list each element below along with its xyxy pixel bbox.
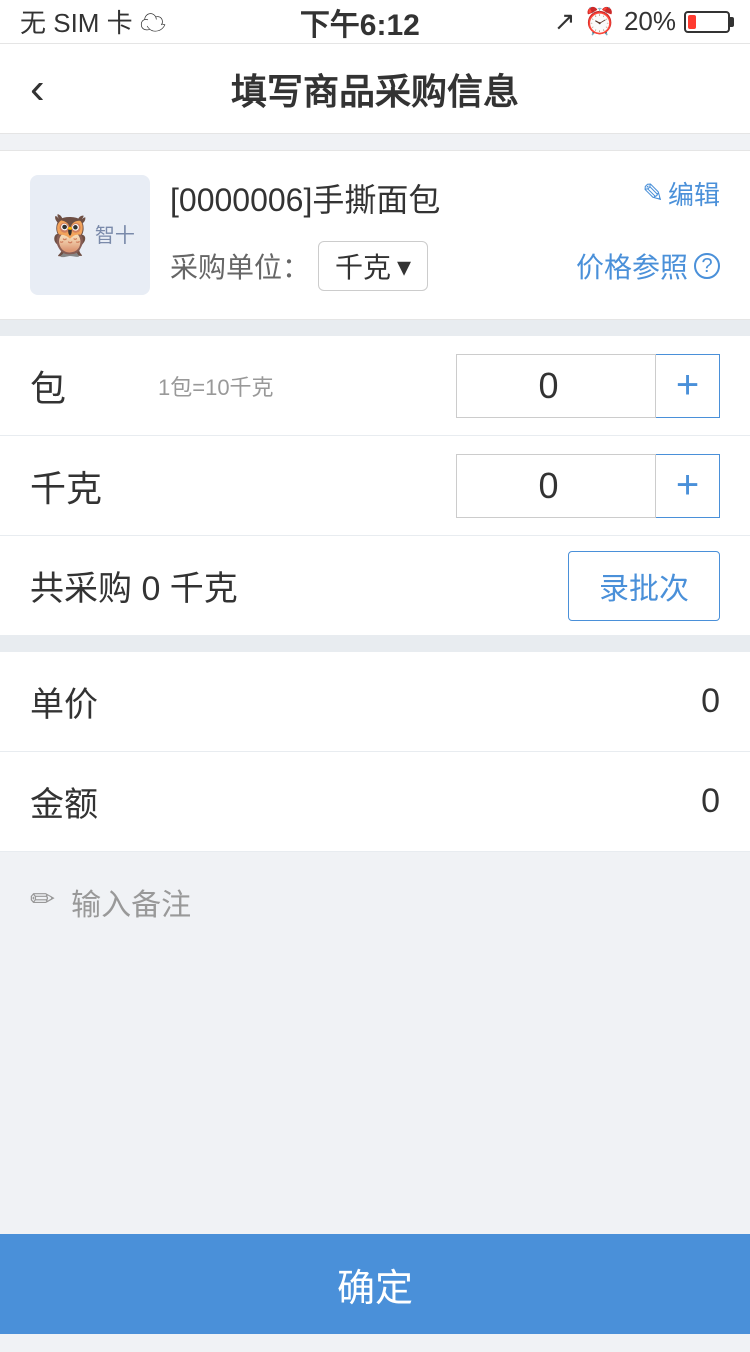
status-time: 下午6:12 <box>300 0 420 44</box>
kg-input-control: + <box>456 454 720 518</box>
price-ref[interactable]: 价格参照 ? <box>576 246 720 286</box>
notes-area[interactable]: ✏ 输入备注 <box>0 852 750 952</box>
section-divider-1 <box>0 320 750 336</box>
chevron-down-icon: ▾ <box>397 250 411 283</box>
confirm-button[interactable]: 确定 <box>0 1234 750 1334</box>
product-name: [0000006]手撕面包 <box>170 175 440 221</box>
price-ref-label: 价格参照 <box>576 246 688 286</box>
kg-quantity-input[interactable] <box>456 454 656 518</box>
product-info: [0000006]手撕面包 ✎ 编辑 采购单位： 千克 ▾ 价格参照 ? <box>170 175 720 291</box>
input-section: 包 1包=10千克 + 千克 + 共采购 0 千克 录批次 <box>0 336 750 636</box>
nav-bar: ‹ 填写商品采购信息 <box>0 44 750 134</box>
bag-plus-button[interactable]: + <box>656 354 720 418</box>
unit-dropdown[interactable]: 千克 ▾ <box>318 241 428 291</box>
bag-quantity-input[interactable] <box>456 354 656 418</box>
status-bar: 无 SIM 卡 ☁ 下午6:12 ↗ ⏰ 20% <box>0 0 750 44</box>
bottom-space <box>0 952 750 1252</box>
location-icon: ↗ <box>554 6 576 37</box>
bag-input-control: + <box>456 354 720 418</box>
back-button[interactable]: ‹ <box>30 67 45 111</box>
total-label: 共采购 0 千克 <box>30 561 238 610</box>
bag-hint: 1包=10千克 <box>158 370 274 402</box>
battery-icon <box>684 11 730 33</box>
page-title: 填写商品采购信息 <box>231 63 519 115</box>
product-image: 🦉 智十 <box>30 175 150 295</box>
info-icon: ? <box>694 253 720 279</box>
unit-price-row: 单价 0 <box>0 652 750 752</box>
unit-price-value: 0 <box>701 682 720 721</box>
bag-label: 包 <box>30 360 150 412</box>
product-card: 🦉 智十 [0000006]手撕面包 ✎ 编辑 采购单位： 千克 ▾ <box>0 150 750 320</box>
pencil-icon: ✏ <box>30 882 55 917</box>
status-left: 无 SIM 卡 ☁ <box>20 3 166 40</box>
battery-percent: 20% <box>624 6 676 37</box>
product-unit-row: 采购单位： 千克 ▾ 价格参照 ? <box>170 241 720 291</box>
kg-input-row: 千克 + <box>0 436 750 536</box>
bag-input-row: 包 1包=10千克 + <box>0 336 750 436</box>
unit-label-text: 采购单位： <box>170 246 310 286</box>
batch-button[interactable]: 录批次 <box>568 551 720 621</box>
product-logo-sub: 智十 <box>95 219 135 248</box>
edit-link[interactable]: ✎ 编辑 <box>642 175 720 212</box>
amount-value: 0 <box>701 782 720 821</box>
kg-plus-button[interactable]: + <box>656 454 720 518</box>
total-row: 共采购 0 千克 录批次 <box>0 536 750 636</box>
edit-icon: ✎ <box>642 178 664 209</box>
amount-row: 金额 0 <box>0 752 750 852</box>
product-logo: 🦉 <box>45 212 95 259</box>
unit-value: 千克 <box>335 246 391 286</box>
page-content: 🦉 智十 [0000006]手撕面包 ✎ 编辑 采购单位： 千克 ▾ <box>0 150 750 1352</box>
product-header: [0000006]手撕面包 ✎ 编辑 <box>170 175 720 221</box>
notes-placeholder: 输入备注 <box>71 880 191 924</box>
sim-status: 无 SIM 卡 ☁ <box>20 3 166 40</box>
section-divider-2 <box>0 636 750 652</box>
amount-label: 金额 <box>30 777 98 826</box>
unit-label: 采购单位： 千克 ▾ <box>170 241 428 291</box>
unit-price-label: 单价 <box>30 677 98 726</box>
kg-label: 千克 <box>30 460 150 512</box>
edit-label: 编辑 <box>668 175 720 212</box>
alarm-icon: ⏰ <box>584 6 616 37</box>
status-right: ↗ ⏰ 20% <box>554 6 730 37</box>
